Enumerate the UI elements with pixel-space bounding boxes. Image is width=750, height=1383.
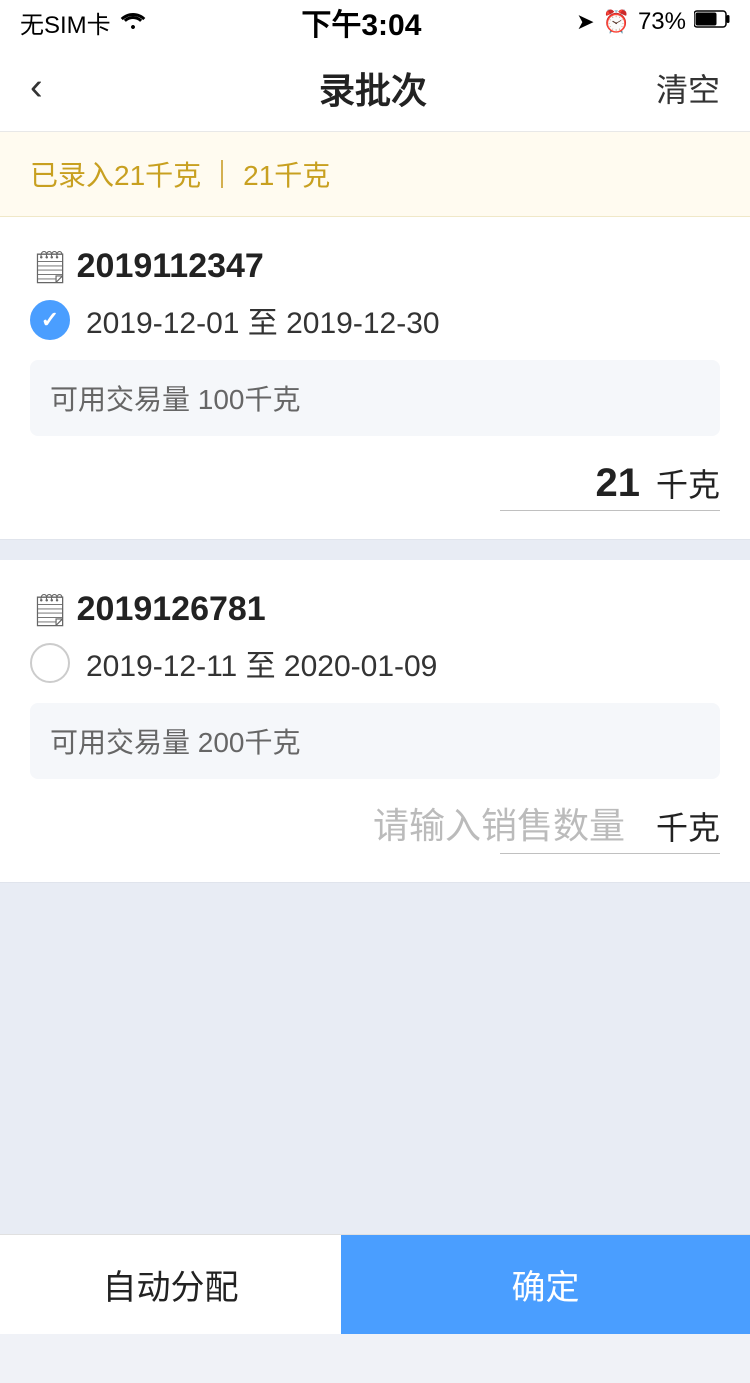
back-button[interactable]: ‹ <box>30 66 90 109</box>
qty-value-1: 21 <box>595 461 640 506</box>
radio-button-2[interactable] <box>30 643 70 683</box>
status-time: 下午3:04 <box>301 0 421 44</box>
qty-input-2[interactable] <box>340 805 640 847</box>
batch-date-1: 2019-12-01 至 2019-12-30 <box>86 298 440 342</box>
info-value: 21千克 <box>243 154 330 194</box>
avail-box-1: 可用交易量 100千克 <box>30 360 720 436</box>
qty-unit-1: 千克 <box>656 460 720 506</box>
batch-doc-icon-2: 🗒 <box>30 591 71 629</box>
page-title: 录批次 <box>319 62 427 114</box>
avail-text-1: 可用交易量 100千克 <box>50 384 301 415</box>
batch-doc-icon-1: 🗒 <box>30 248 71 286</box>
info-banner: 已录入21千克 21千克 <box>0 132 750 217</box>
batch-header-2: 🗒 2019126781 <box>0 590 750 629</box>
batch-date-2: 2019-12-11 至 2020-01-09 <box>86 641 437 685</box>
empty-area <box>0 883 750 1283</box>
main-content: 已录入21千克 21千克 🗒 2019112347 ✓ 2019-12-01 至… <box>0 132 750 1383</box>
qty-row-1: 21 千克 <box>0 436 750 506</box>
radio-button-1[interactable]: ✓ <box>30 300 70 340</box>
status-left: 无SIM卡 <box>20 5 147 40</box>
qty-line-wrap-2 <box>0 849 750 854</box>
carrier-text: 无SIM卡 <box>20 5 111 40</box>
status-bar: 无SIM卡 下午3:04 ➤ ⏰ 73% <box>0 0 750 44</box>
input-row-2: 千克 <box>0 779 750 849</box>
batch-item-2: 🗒 2019126781 2019-12-11 至 2020-01-09 可用交… <box>0 560 750 883</box>
radio-check-icon-1: ✓ <box>41 307 59 333</box>
batch-date-row-1: ✓ 2019-12-01 至 2019-12-30 <box>0 298 750 342</box>
battery-icon <box>694 8 730 36</box>
avail-box-2: 可用交易量 200千克 <box>30 703 720 779</box>
section-gap <box>0 540 750 560</box>
nav-bar: ‹ 录批次 清空 <box>0 44 750 132</box>
batch-id-2: 2019126781 <box>77 590 266 629</box>
confirm-button[interactable]: 确定 <box>341 1235 750 1334</box>
qty-line-wrap-1 <box>0 506 750 511</box>
batch-date-row-2: 2019-12-11 至 2020-01-09 <box>0 641 750 685</box>
status-right: ➤ ⏰ 73% <box>576 8 730 36</box>
input-unit-2: 千克 <box>656 803 720 849</box>
battery-percent: 73% <box>638 8 686 36</box>
avail-text-2: 可用交易量 200千克 <box>50 727 301 758</box>
batch-item-1: 🗒 2019112347 ✓ 2019-12-01 至 2019-12-30 可… <box>0 217 750 540</box>
info-label: 已录入21千克 <box>30 154 201 194</box>
clear-button[interactable]: 清空 <box>656 65 720 111</box>
qty-line-2 <box>500 853 720 854</box>
batch-id-1: 2019112347 <box>77 247 264 286</box>
bottom-bar: 自动分配 确定 <box>0 1234 750 1334</box>
batch-header-1: 🗒 2019112347 <box>0 247 750 286</box>
qty-line-1 <box>500 510 720 511</box>
alarm-icon: ⏰ <box>603 9 630 35</box>
wifi-icon <box>119 8 147 37</box>
info-divider <box>221 160 223 188</box>
location-icon: ➤ <box>576 9 594 35</box>
auto-distribute-button[interactable]: 自动分配 <box>0 1235 341 1334</box>
